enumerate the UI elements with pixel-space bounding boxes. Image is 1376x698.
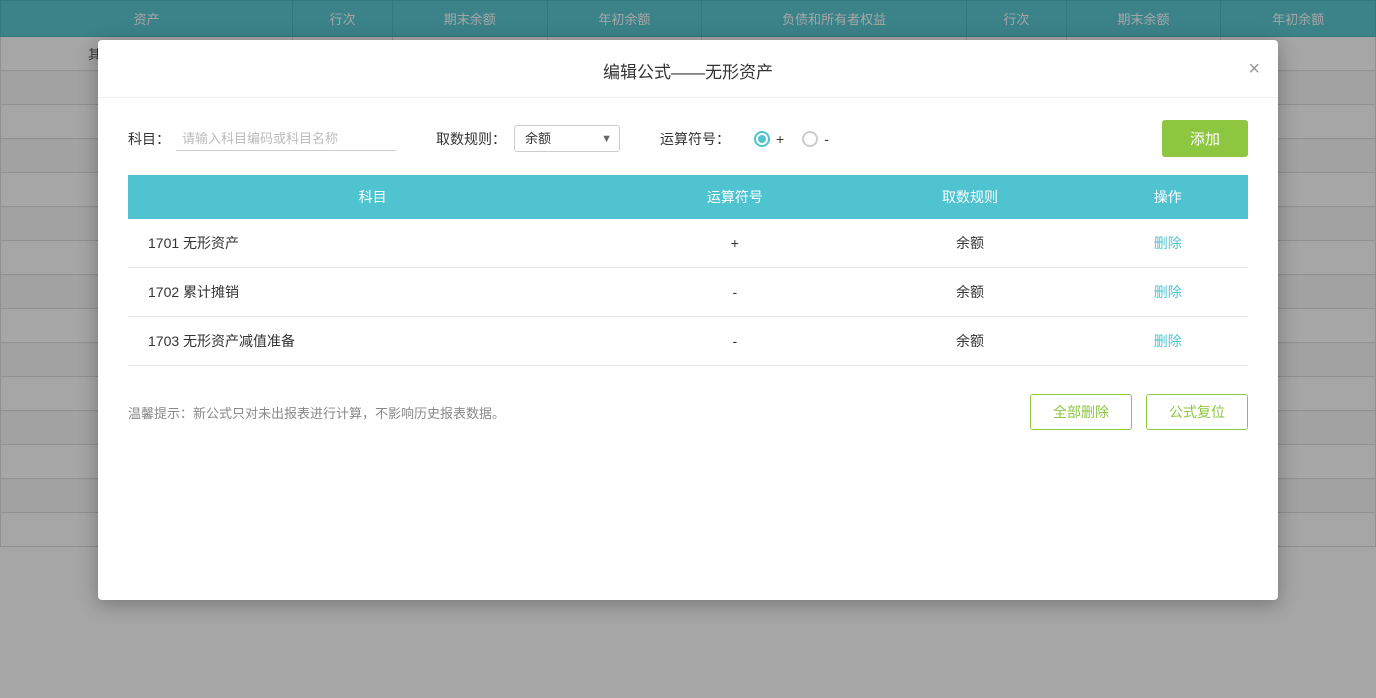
operator-plus-radio[interactable] xyxy=(754,131,770,147)
delete-row-link[interactable]: 删除 xyxy=(1154,235,1182,251)
table-cell-operator: - xyxy=(617,268,852,317)
rule-section: 取数规则： 余额 借方 贷方 借方发生额 贷方发生额 ▼ xyxy=(436,125,620,152)
formula-table-header: 取数规则 xyxy=(852,175,1087,219)
tip-text: 温馨提示：新公式只对未出报表进行计算，不影响历史报表数据。 xyxy=(128,403,505,422)
delete-all-button[interactable]: 全部删除 xyxy=(1030,394,1132,430)
modal-dialog: 编辑公式——无形资产 × 科目： 取数规则： 余额 借方 贷方 借方发生额 贷方… xyxy=(98,40,1278,600)
table-row: 1703 无形资产减值准备-余额 删除 xyxy=(128,317,1248,366)
operator-plus-text: + xyxy=(776,131,784,147)
table-cell-rule: 余额 xyxy=(852,219,1087,268)
table-row: 1702 累计摊销-余额 删除 xyxy=(128,268,1248,317)
modal-close-button[interactable]: × xyxy=(1248,59,1260,79)
delete-row-link[interactable]: 删除 xyxy=(1154,284,1182,300)
operator-group: 运算符号： + - xyxy=(660,129,829,149)
formula-table-header: 科目 xyxy=(128,175,617,219)
data-table-container: 科目运算符号取数规则操作 1701 无形资产+余额删除1702 累计摊销-余额删… xyxy=(128,175,1248,366)
table-row: 1701 无形资产+余额 删除 xyxy=(128,219,1248,268)
operator-plus-label[interactable]: + xyxy=(754,131,784,147)
table-cell-operator: - xyxy=(617,317,852,366)
add-button[interactable]: 添加 xyxy=(1162,120,1248,157)
subject-label: 科目： xyxy=(128,129,170,149)
operator-minus-radio[interactable] xyxy=(802,131,818,147)
operator-minus-label[interactable]: - xyxy=(802,131,829,147)
table-cell-subject: 1702 累计摊销 xyxy=(128,268,617,317)
modal-title: 编辑公式——无形资产 xyxy=(603,58,773,83)
formula-table: 科目运算符号取数规则操作 1701 无形资产+余额删除1702 累计摊销-余额删… xyxy=(128,175,1248,366)
modal-header: 编辑公式——无形资产 × xyxy=(98,40,1278,98)
reset-formula-button[interactable]: 公式复位 xyxy=(1146,394,1248,430)
modal-footer: 温馨提示：新公式只对未出报表进行计算，不影响历史报表数据。 全部删除 公式复位 xyxy=(98,366,1278,440)
rule-label: 取数规则： xyxy=(436,129,506,149)
rule-select-wrap: 余额 借方 贷方 借方发生额 贷方发生额 ▼ xyxy=(514,125,620,152)
table-cell-action: 删除 xyxy=(1088,219,1248,268)
operator-label: 运算符号： xyxy=(660,129,730,149)
table-cell-rule: 余额 xyxy=(852,317,1087,366)
operator-minus-text: - xyxy=(824,131,829,147)
delete-row-link[interactable]: 删除 xyxy=(1154,333,1182,349)
table-cell-subject: 1701 无形资产 xyxy=(128,219,617,268)
rule-select[interactable]: 余额 借方 贷方 借方发生额 贷方发生额 xyxy=(514,125,620,152)
footer-buttons: 全部删除 公式复位 xyxy=(1030,394,1248,430)
formula-table-header: 运算符号 xyxy=(617,175,852,219)
formula-table-header: 操作 xyxy=(1088,175,1248,219)
subject-input[interactable] xyxy=(176,127,396,151)
table-cell-action: 删除 xyxy=(1088,317,1248,366)
modal-overlay: 编辑公式——无形资产 × 科目： 取数规则： 余额 借方 贷方 借方发生额 贷方… xyxy=(0,0,1376,698)
table-cell-action: 删除 xyxy=(1088,268,1248,317)
table-cell-subject: 1703 无形资产减值准备 xyxy=(128,317,617,366)
table-cell-operator: + xyxy=(617,219,852,268)
form-row: 科目： 取数规则： 余额 借方 贷方 借方发生额 贷方发生额 ▼ 运算符号： xyxy=(98,98,1278,175)
table-cell-rule: 余额 xyxy=(852,268,1087,317)
